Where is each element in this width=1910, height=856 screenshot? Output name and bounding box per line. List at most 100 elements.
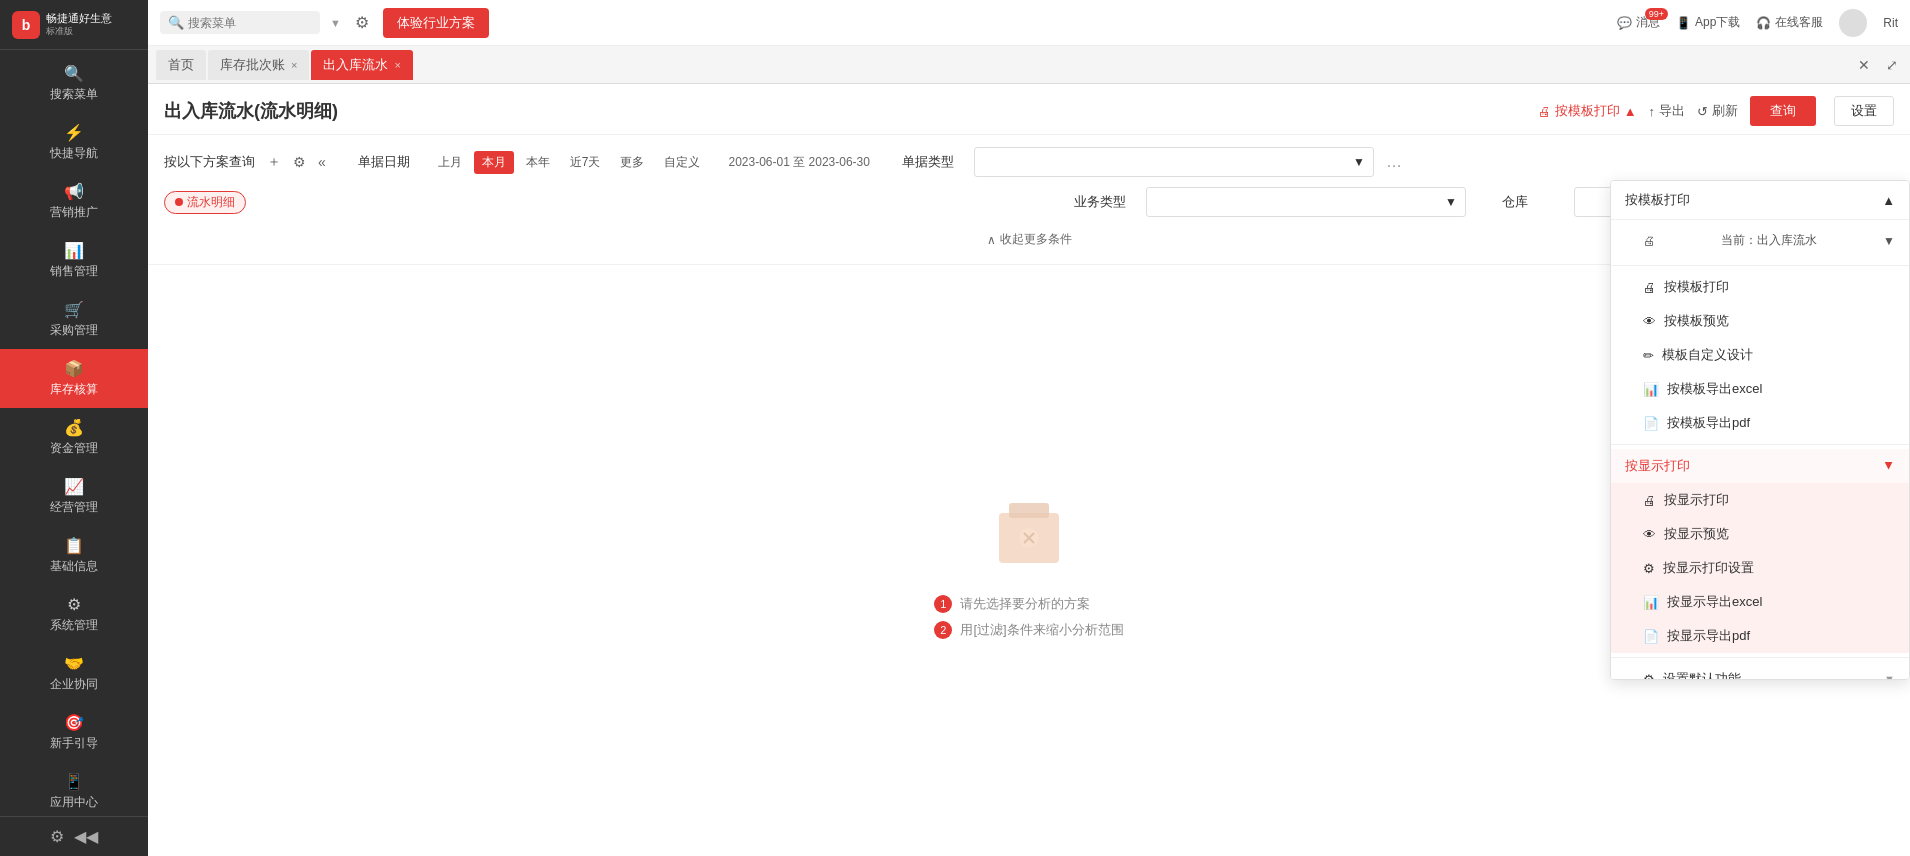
dropdown-display-settings[interactable]: ⚙ 按显示打印设置 (1611, 551, 1909, 585)
industry-btn[interactable]: 体验行业方案 (383, 8, 489, 38)
dropdown-header[interactable]: 按模板打印 ▲ (1611, 181, 1909, 220)
export-label: 导出 (1659, 102, 1685, 120)
app-name: 畅捷通好生意 (46, 11, 112, 25)
app-download-label: App下载 (1695, 14, 1740, 31)
sidebar-item-collab[interactable]: 🤝企业协同 (0, 644, 148, 703)
sidebar-item-finance[interactable]: 💰资金管理 (0, 408, 148, 467)
online-service-btn[interactable]: 🎧 在线客服 (1756, 14, 1823, 31)
tip-text-1: 请先选择要分析的方案 (960, 595, 1090, 613)
filter-row-top: 按以下方案查询 ＋ ⚙ « 单据日期 上月 本月 本年 近7天 更多 自定义 2… (164, 147, 1894, 177)
date-tab-this-month[interactable]: 本月 (474, 151, 514, 174)
purchase-icon: 🛒 (64, 300, 84, 319)
expand-window-btn[interactable]: ⤢ (1882, 53, 1902, 77)
dropdown-display-preview[interactable]: 👁 按显示预览 (1611, 517, 1909, 551)
date-tab-custom[interactable]: 自定义 (656, 151, 708, 174)
tab-home[interactable]: 首页 (156, 50, 206, 80)
sidebar-item-system[interactable]: ⚙系统管理 (0, 585, 148, 644)
settings-bottom-icon[interactable]: ⚙ (50, 827, 64, 846)
filter-settings-icon[interactable]: ⚙ (293, 154, 306, 170)
display-section-label: 按显示打印 (1625, 457, 1690, 475)
sidebar-item-basic[interactable]: 📋基础信息 (0, 526, 148, 585)
tab-flow[interactable]: 出入库流水 × (311, 50, 412, 80)
sidebar-item-operation[interactable]: 📈经营管理 (0, 467, 148, 526)
dropdown-display-settings-label: 按显示打印设置 (1663, 559, 1754, 577)
display-section-header[interactable]: 按显示打印 ▲ (1611, 449, 1909, 483)
dropdown-display-print[interactable]: 🖨 按显示打印 (1611, 483, 1909, 517)
close-window-btn[interactable]: ✕ (1854, 53, 1874, 77)
apps-icon: 📱 (64, 772, 84, 791)
user-avatar[interactable] (1839, 9, 1867, 37)
app-download-btn[interactable]: 📱 App下载 (1676, 14, 1740, 31)
headset-icon: 🎧 (1756, 16, 1771, 30)
tabs-bar: 首页 库存批次账 × 出入库流水 × ✕ ⤢ (148, 46, 1910, 84)
dropdown-template-print[interactable]: 🖨 按模板打印 (1611, 270, 1909, 304)
filter-fold-icon[interactable]: « (318, 154, 326, 170)
marketing-icon: 📢 (64, 182, 84, 201)
search-box[interactable]: 🔍 (160, 11, 320, 34)
stream-tag[interactable]: 流水明细 (164, 191, 246, 214)
add-filter-icon[interactable]: ＋ (267, 153, 281, 171)
page-content: 出入库流水(流水明细) 🖨 按模板打印 ▲ ↑ 导出 ↺ 刷新 查询 设置 (148, 84, 1910, 856)
topbar-gear-icon[interactable]: ⚙ (355, 13, 369, 32)
message-btn[interactable]: 💬 消息 99+ (1617, 14, 1660, 31)
empty-tip-1: 1 请先选择要分析的方案 (934, 595, 1123, 613)
tab-home-label: 首页 (168, 56, 194, 74)
date-tab-7days[interactable]: 近7天 (562, 151, 609, 174)
sidebar-item-label: 搜索菜单 (50, 86, 98, 103)
sidebar-item-search[interactable]: 🔍 搜索菜单 (0, 54, 148, 113)
sidebar-item-label: 资金管理 (50, 440, 98, 457)
tab-flow-label: 出入库流水 (323, 56, 388, 74)
query-btn[interactable]: 查询 (1750, 96, 1816, 126)
dropdown-display-pdf[interactable]: 📄 按显示导出pdf (1611, 619, 1909, 653)
export-btn[interactable]: ↑ 导出 (1649, 102, 1686, 120)
dropdown-display-excel[interactable]: 📊 按显示导出excel (1611, 585, 1909, 619)
biz-type-select[interactable]: ▼ (1146, 187, 1466, 217)
collapse-btn[interactable]: ∧ 收起更多条件 (979, 227, 1080, 252)
dropdown-template-preview[interactable]: 👁 按模板预览 (1611, 304, 1909, 338)
bill-type-select[interactable]: ▼ (974, 147, 1374, 177)
topbar-right: 💬 消息 99+ 📱 App下载 🎧 在线客服 Rit (1617, 9, 1898, 37)
empty-tip-2: 2 用[过滤]条件来缩小分析范围 (934, 621, 1123, 639)
sidebar-item-apps[interactable]: 📱 应用中心 (0, 762, 148, 816)
stream-dot (175, 198, 183, 206)
sidebar-item-marketing[interactable]: 📢 营销推广 (0, 172, 148, 231)
dropdown-template-design-label: 模板自定义设计 (1662, 346, 1753, 364)
refresh-label: 刷新 (1712, 102, 1738, 120)
sidebar-item-label: 营销推广 (50, 204, 98, 221)
display-preview-icon: 👁 (1643, 527, 1656, 542)
sidebar-item-quicknav[interactable]: ⚡快捷导航 (0, 113, 148, 172)
search-icon: 🔍 (64, 64, 84, 83)
date-tab-last-month[interactable]: 上月 (430, 151, 470, 174)
dropdown-set-default[interactable]: ⚙ 设置默认功能 ▼ (1611, 662, 1909, 680)
search-input[interactable] (188, 16, 312, 30)
tab-batch-close[interactable]: × (291, 59, 297, 71)
bill-type-more-icon[interactable]: … (1386, 153, 1402, 171)
dropdown-current-item[interactable]: 🖨 当前：出入库流水 ▼ (1611, 226, 1909, 255)
sidebar-item-sales[interactable]: 📊销售管理 (0, 231, 148, 290)
app-version: 标准版 (46, 25, 112, 38)
empty-illustration (979, 483, 1079, 583)
sidebar-item-label: 应用中心 (50, 794, 98, 811)
dropdown-title: 按模板打印 (1625, 191, 1690, 209)
collapse-icon[interactable]: ◀◀ (74, 827, 98, 846)
dropdown-template-pdf[interactable]: 📄 按模板导出pdf (1611, 406, 1909, 440)
dropdown-template-excel[interactable]: 📊 按模板导出excel (1611, 372, 1909, 406)
sidebar-item-label: 企业协同 (50, 676, 98, 693)
sidebar-item-purchase[interactable]: 🛒采购管理 (0, 290, 148, 349)
refresh-btn[interactable]: ↺ 刷新 (1697, 102, 1738, 120)
topbar-dropdown-icon[interactable]: ▼ (330, 17, 341, 29)
sidebar-item-newbie[interactable]: 🎯新手引导 (0, 703, 148, 762)
message-icon: 💬 (1617, 16, 1632, 30)
date-tab-more[interactable]: 更多 (612, 151, 652, 174)
bill-type-label: 单据类型 (902, 153, 962, 171)
display-pdf-icon: 📄 (1643, 629, 1659, 644)
template-print-btn[interactable]: 🖨 按模板打印 ▲ (1538, 102, 1637, 120)
tab-flow-close[interactable]: × (394, 59, 400, 71)
printer-icon: 🖨 (1538, 104, 1551, 119)
tab-batch[interactable]: 库存批次账 × (208, 50, 309, 80)
sidebar-item-inventory[interactable]: 📦库存核算 (0, 349, 148, 408)
date-tab-this-year[interactable]: 本年 (518, 151, 558, 174)
settings-btn[interactable]: 设置 (1834, 96, 1894, 126)
dropdown-template-design[interactable]: ✏ 模板自定义设计 (1611, 338, 1909, 372)
sidebar-nav: 🔍 搜索菜单 ⚡快捷导航 📢 营销推广 📊销售管理🛒采购管理📦库存核算💰资金管理📈经营管理… (0, 50, 148, 816)
